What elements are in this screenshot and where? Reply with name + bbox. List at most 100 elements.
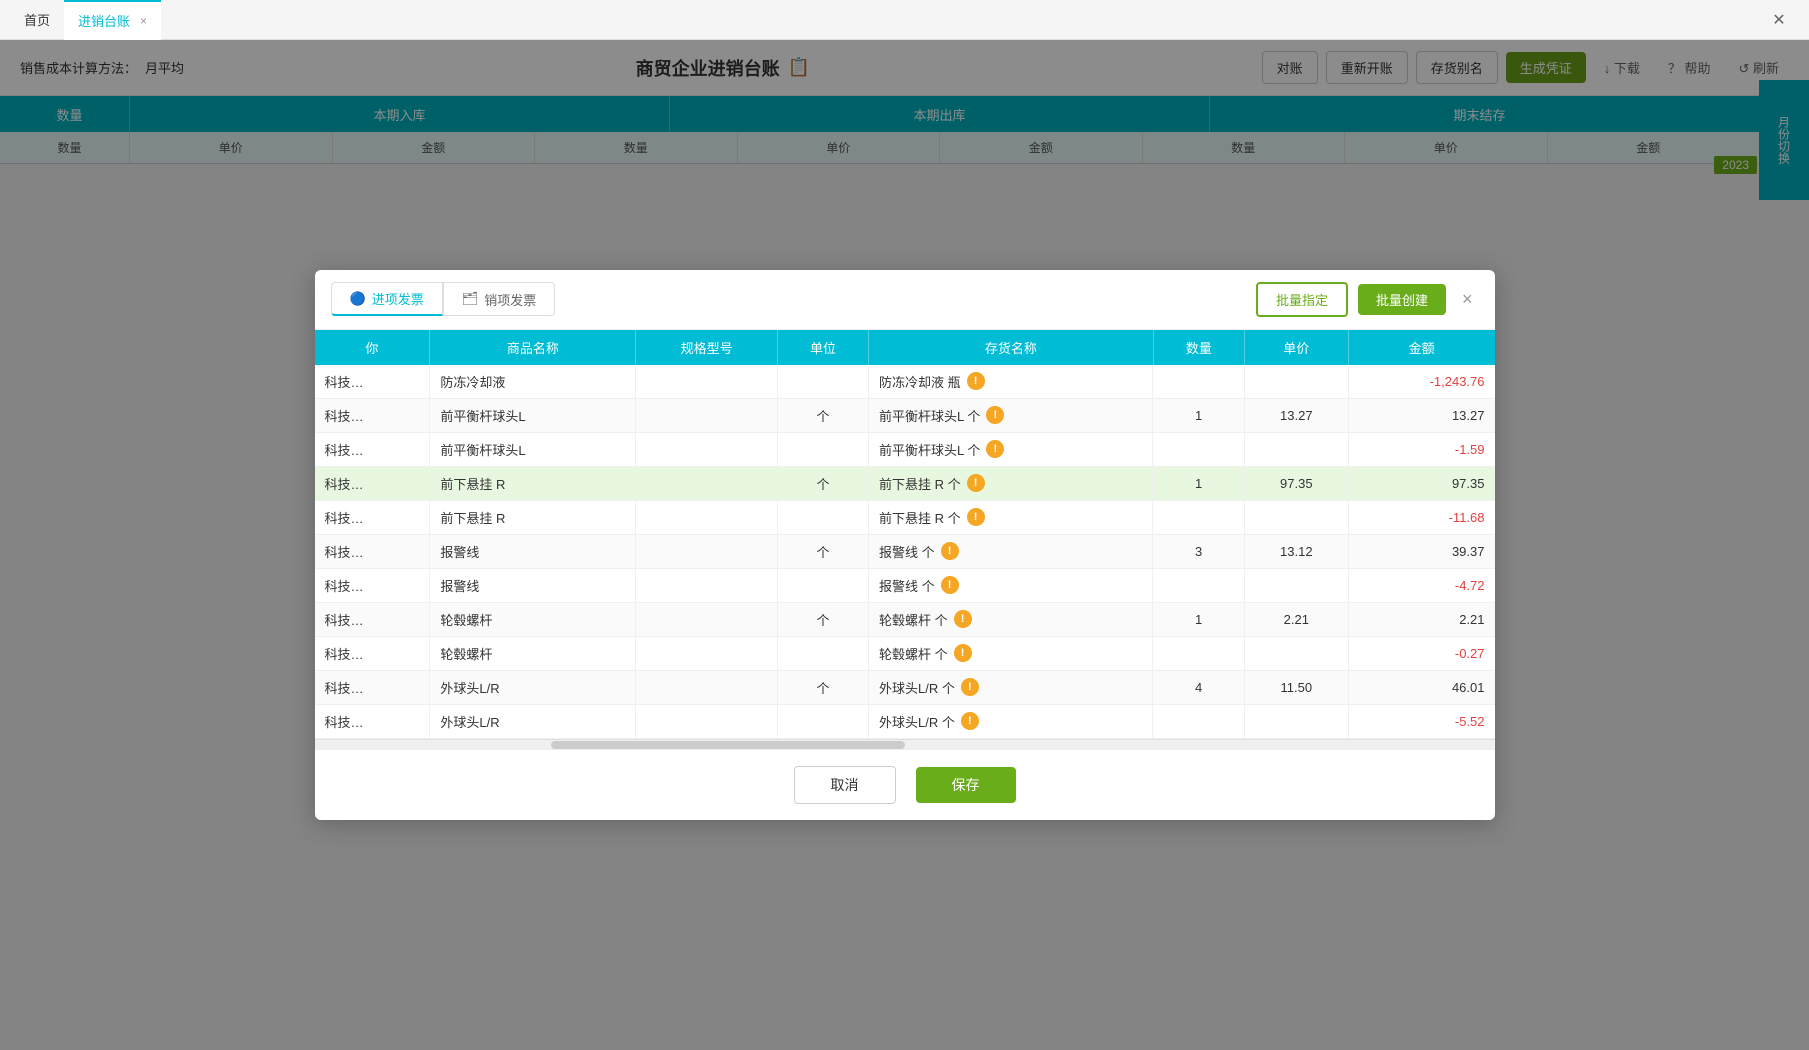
table-row[interactable]: 科技…前平衡杆球头L 前平衡杆球头L 个! -1.59 <box>315 433 1495 467</box>
cell-unit <box>777 501 868 535</box>
cell-unit: 个 <box>777 467 868 501</box>
table-row[interactable]: 科技…轮毂螺杆轮毂螺杆 个!-0.27 <box>315 637 1495 671</box>
cell-product-name: 前平衡杆球头L <box>430 433 636 467</box>
main-area: 销售成本计算方法： 月平均 商贸企业进销台账 📋 对账 重新开账 存货别名 生成… <box>0 40 1809 1050</box>
cell-entity: 科技… <box>315 501 430 535</box>
table-row[interactable]: 科技…轮毂螺杆个轮毂螺杆 个!12.212.21 <box>315 603 1495 637</box>
cell-unit <box>777 637 868 671</box>
cell-entity: 科技… <box>315 603 430 637</box>
warning-icon: ! <box>986 440 1004 458</box>
cell-product-name: 前下悬挂 R <box>430 467 636 501</box>
warning-icon: ! <box>941 542 959 560</box>
cell-product-name: 外球头L/R <box>430 705 636 739</box>
cell-price: 97.35 <box>1244 467 1348 501</box>
scrollbar-thumb[interactable] <box>551 741 905 749</box>
cell-price <box>1244 705 1348 739</box>
cell-inventory: 外球头L/R 个! <box>869 705 1153 739</box>
invoice-table-body: 科技…防冻冷却液防冻冷却液 瓶!-1,243.76科技…前平衡杆球头L个前平衡杆… <box>315 365 1495 739</box>
cell-amount: -1,243.76 <box>1348 365 1494 399</box>
cell-inventory: 轮毂螺杆 个! <box>869 637 1153 671</box>
table-row[interactable]: 科技…外球头L/R个外球头L/R 个!411.5046.01 <box>315 671 1495 705</box>
cell-price: 2.21 <box>1244 603 1348 637</box>
cell-amount: -1.59 <box>1348 433 1494 467</box>
cell-unit <box>777 569 868 603</box>
warning-icon: ! <box>967 508 985 526</box>
cell-qty: 4 <box>1153 671 1244 705</box>
cell-product-name: 外球头L/R <box>430 671 636 705</box>
cell-spec <box>636 535 778 569</box>
cell-product-name: 轮毂螺杆 <box>430 637 636 671</box>
batch-assign-button[interactable]: 批量指定 <box>1256 282 1348 317</box>
table-row[interactable]: 科技…防冻冷却液防冻冷却液 瓶!-1,243.76 <box>315 365 1495 399</box>
cell-qty <box>1153 501 1244 535</box>
modal-dialog: 🔵 进项发票 🗂 销项发票 批量指定 批量创建 × <box>315 270 1495 821</box>
cell-amount: 97.35 <box>1348 467 1494 501</box>
warning-icon: ! <box>961 678 979 696</box>
active-tab[interactable]: 进销台账 × <box>64 0 161 40</box>
cell-amount: 2.21 <box>1348 603 1494 637</box>
warning-icon: ! <box>941 576 959 594</box>
table-row[interactable]: 科技…前下悬挂 R个前下悬挂 R 个!197.3597.35 <box>315 467 1495 501</box>
save-button[interactable]: 保存 <box>916 767 1016 803</box>
warning-icon: ! <box>986 406 1004 424</box>
cell-amount: 13.27 <box>1348 399 1494 433</box>
table-row[interactable]: 科技…报警线报警线 个!-4.72 <box>315 569 1495 603</box>
table-row[interactable]: 科技…报警线个报警线 个!313.1239.37 <box>315 535 1495 569</box>
cell-entity: 科技… <box>315 399 430 433</box>
cell-price: 13.12 <box>1244 535 1348 569</box>
cell-inventory: 报警线 个! <box>869 535 1153 569</box>
cell-qty <box>1153 569 1244 603</box>
modal-header: 🔵 进项发票 🗂 销项发票 批量指定 批量创建 × <box>315 270 1495 330</box>
purchase-invoice-icon: 🔵 <box>350 291 366 307</box>
warning-icon: ! <box>954 644 972 662</box>
cell-unit: 个 <box>777 399 868 433</box>
warning-icon: ! <box>967 372 985 390</box>
modal-tabs: 🔵 进项发票 🗂 销项发票 <box>331 282 556 316</box>
tab-close-icon[interactable]: × <box>140 14 147 28</box>
cell-qty: 3 <box>1153 535 1244 569</box>
tab-label: 进销台账 <box>78 11 130 30</box>
cell-amount: -4.72 <box>1348 569 1494 603</box>
cell-price <box>1244 365 1348 399</box>
cell-price <box>1244 569 1348 603</box>
cancel-button[interactable]: 取消 <box>794 766 896 804</box>
cell-amount: -11.68 <box>1348 501 1494 535</box>
table-row[interactable]: 科技…外球头L/R外球头L/R 个!-5.52 <box>315 705 1495 739</box>
col-header-entity: 你 <box>315 330 430 365</box>
cell-price <box>1244 433 1348 467</box>
table-header-row: 你 商品名称 规格型号 单位 存货名称 数量 单价 金额 <box>315 330 1495 365</box>
cell-unit: 个 <box>777 535 868 569</box>
horizontal-scrollbar[interactable] <box>315 739 1495 749</box>
cell-unit <box>777 365 868 399</box>
warning-icon: ! <box>954 610 972 628</box>
col-header-qty: 数量 <box>1153 330 1244 365</box>
modal-close-button[interactable]: × <box>1456 287 1479 312</box>
home-tab[interactable]: 首页 <box>10 0 64 40</box>
batch-create-button[interactable]: 批量创建 <box>1358 284 1446 315</box>
tab-purchase-invoice[interactable]: 🔵 进项发票 <box>331 282 443 316</box>
cell-price <box>1244 501 1348 535</box>
sales-invoice-label: 销项发票 <box>484 290 536 309</box>
cell-entity: 科技… <box>315 433 430 467</box>
cell-entity: 科技… <box>315 705 430 739</box>
purchase-invoice-label: 进项发票 <box>372 289 424 308</box>
cell-qty: 1 <box>1153 467 1244 501</box>
cell-price <box>1244 637 1348 671</box>
cell-entity: 科技… <box>315 569 430 603</box>
cell-entity: 科技… <box>315 535 430 569</box>
cell-qty <box>1153 705 1244 739</box>
table-row[interactable]: 科技…前下悬挂 R前下悬挂 R 个!-11.68 <box>315 501 1495 535</box>
cell-spec <box>636 467 778 501</box>
modal-footer: 取消 保存 <box>315 749 1495 820</box>
cell-spec <box>636 637 778 671</box>
cell-spec <box>636 705 778 739</box>
cell-qty <box>1153 365 1244 399</box>
cell-product-name: 前下悬挂 R <box>430 501 636 535</box>
window-close-button[interactable]: ✕ <box>1759 0 1799 40</box>
sales-invoice-icon: 🗂 <box>462 291 479 307</box>
cell-inventory: 前平衡杆球头L 个! <box>869 433 1153 467</box>
table-row[interactable]: 科技…前平衡杆球头L个前平衡杆球头L 个!113.2713.27 <box>315 399 1495 433</box>
cell-unit <box>777 705 868 739</box>
tab-sales-invoice[interactable]: 🗂 销项发票 <box>443 282 556 316</box>
cell-unit: 个 <box>777 603 868 637</box>
